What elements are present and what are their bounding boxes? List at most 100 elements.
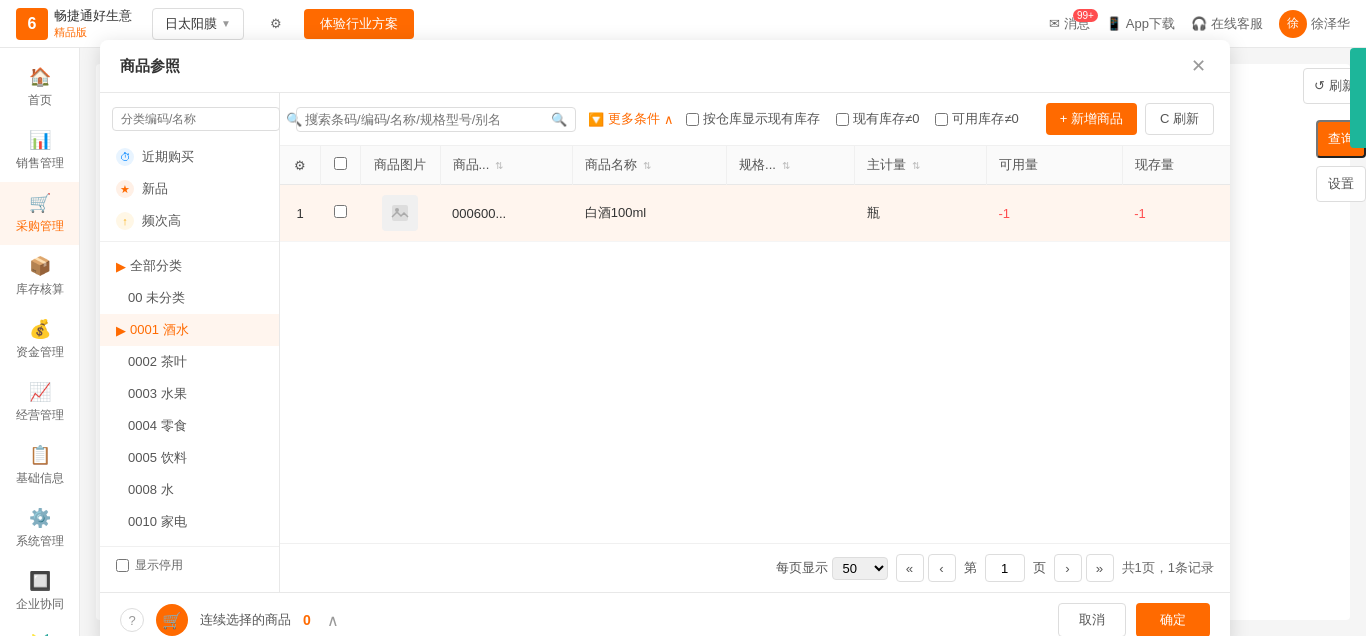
col-settings[interactable]: ⚙ <box>280 146 320 185</box>
dialog-footer: ? 🛒 连续选择的商品 0 ∧ 取消 确定 <box>100 592 1230 636</box>
category-search-wrap: 🔍 <box>112 107 302 131</box>
sidebar-item-system[interactable]: ⚙️ 系统管理 <box>0 497 79 560</box>
category-panel: 🔍 《 ⏱ 近期购买 ★ 新品 ↑ 频次高 <box>100 93 280 592</box>
col-spec-header[interactable]: 规格... ⇅ <box>727 146 855 185</box>
svg-point-1 <box>395 208 399 212</box>
sidebar-item-operation[interactable]: 📈 经营管理 <box>0 371 79 434</box>
quick-label-new: 新品 <box>142 180 168 198</box>
disabled-checkbox[interactable] <box>116 559 129 572</box>
prev-page-button[interactable]: ‹ <box>928 554 956 582</box>
category-item-fruit[interactable]: 0003 水果 <box>100 378 279 410</box>
sidebar-item-purchase[interactable]: 🛒 采购管理 <box>0 182 79 245</box>
sidebar-item-finance[interactable]: 💰 资金管理 <box>0 308 79 371</box>
quick-item-new[interactable]: ★ 新品 <box>100 173 279 205</box>
product-search-icon[interactable]: 🔍 <box>551 112 567 127</box>
category-item-beverage[interactable]: 0005 饮料 <box>100 442 279 474</box>
dialog-header: 商品参照 ✕ <box>100 40 1230 93</box>
warehouse-checkbox[interactable] <box>686 113 699 126</box>
first-page-button[interactable]: « <box>896 554 924 582</box>
product-image-1 <box>382 195 418 231</box>
col-code-header[interactable]: 商品... ⇅ <box>440 146 573 185</box>
filter-label: 更多条件 <box>608 110 660 128</box>
row-num-1: 1 <box>280 185 320 242</box>
page-suffix: 页 <box>1033 559 1046 577</box>
stock-checkbox[interactable] <box>836 113 849 126</box>
pagination: 每页显示 10 20 50 100 « ‹ 第 页 › » <box>280 543 1230 592</box>
store-name: 日太阳膜 <box>165 15 217 33</box>
filter-checkboxes: 按仓库显示现有库存 现有库存≠0 可用库存≠0 <box>686 110 1019 128</box>
add-product-button[interactable]: + 新增商品 <box>1046 103 1137 135</box>
sidebar-label-basic: 基础信息 <box>16 470 64 487</box>
quick-item-freq[interactable]: ↑ 频次高 <box>100 205 279 237</box>
category-item-all[interactable]: ▶ 全部分类 <box>100 250 279 282</box>
sidebar-item-enterprise[interactable]: 🔲 企业协同 <box>0 560 79 623</box>
category-label-beverage: 0005 饮料 <box>128 449 187 467</box>
selected-text: 连续选择的商品 <box>200 611 291 629</box>
checkbox-available[interactable]: 可用库存≠0 <box>935 110 1018 128</box>
sort-unit-icon: ⇅ <box>912 160 920 171</box>
settings-icon[interactable]: ⚙ <box>260 8 292 40</box>
page-number-input[interactable] <box>985 554 1025 582</box>
sidebar-item-sales[interactable]: 📊 销售管理 <box>0 119 79 182</box>
refresh-button[interactable]: C 刷新 <box>1145 103 1214 135</box>
sidebar-label-purchase: 采购管理 <box>16 218 64 235</box>
category-item-appliance[interactable]: 0010 家电 <box>100 506 279 538</box>
selected-count: 0 <box>303 612 311 628</box>
help-button[interactable]: ? <box>120 608 144 632</box>
cart-icon[interactable]: 🛒 <box>156 604 188 636</box>
category-list: ▶ 全部分类 00 未分类 ▶ 0001 酒水 0002 茶叶 0003 水果 <box>100 242 279 546</box>
category-item-snack[interactable]: 0004 零食 <box>100 410 279 442</box>
page-size-select[interactable]: 10 20 50 100 <box>832 557 888 580</box>
message-icon: ✉ <box>1049 16 1060 31</box>
enterprise-icon: 🔲 <box>29 570 51 592</box>
select-all-checkbox[interactable] <box>334 157 347 170</box>
category-item-alcohol[interactable]: ▶ 0001 酒水 <box>100 314 279 346</box>
message-btn[interactable]: ✉ 消息 99+ <box>1049 15 1090 33</box>
system-icon: ⚙️ <box>29 507 51 529</box>
checkbox-stock[interactable]: 现有库存≠0 <box>836 110 919 128</box>
trial-button[interactable]: 体验行业方案 <box>304 9 414 39</box>
show-disabled-label: 显示停用 <box>135 557 183 574</box>
sidebar-label-system: 系统管理 <box>16 533 64 550</box>
row-available-1: -1 <box>986 185 1122 242</box>
more-filter-button[interactable]: 🔽 更多条件 ∧ <box>588 110 674 128</box>
mobile-icon: 📱 <box>1106 16 1122 31</box>
available-checkbox[interactable] <box>935 113 948 126</box>
row-checkbox-1[interactable] <box>334 205 347 218</box>
customer-service-btn[interactable]: 🎧 在线客服 <box>1191 15 1263 33</box>
category-item-unclassified[interactable]: 00 未分类 <box>100 282 279 314</box>
category-item-tea[interactable]: 0002 茶叶 <box>100 346 279 378</box>
user-info[interactable]: 徐 徐泽华 <box>1279 10 1350 38</box>
app-label: App下载 <box>1126 15 1175 33</box>
settings-button[interactable]: 设置 <box>1316 166 1366 202</box>
collapse-footer-button[interactable]: ∧ <box>327 611 339 630</box>
page-size-selector: 每页显示 10 20 50 100 <box>776 557 888 580</box>
sidebar-item-basic[interactable]: 📋 基础信息 <box>0 434 79 497</box>
cancel-button[interactable]: 取消 <box>1058 603 1126 636</box>
checkbox-warehouse[interactable]: 按仓库显示现有库存 <box>686 110 820 128</box>
category-search-input[interactable] <box>112 107 280 131</box>
row-check-1[interactable] <box>320 185 360 242</box>
app-download-btn[interactable]: 📱 App下载 <box>1106 15 1175 33</box>
last-page-button[interactable]: » <box>1086 554 1114 582</box>
dialog-close-button[interactable]: ✕ <box>1186 54 1210 78</box>
col-available-header[interactable]: 可用量 <box>986 146 1122 185</box>
sidebar-item-home[interactable]: 🏠 首页 <box>0 56 79 119</box>
product-search-input[interactable] <box>305 112 545 127</box>
sidebar-label-home: 首页 <box>28 92 52 109</box>
store-selector[interactable]: 日太阳膜 ▼ <box>152 8 244 40</box>
row-name-1: 白酒100ml <box>573 185 727 242</box>
sidebar-item-guide[interactable]: 🔰 新手引导 <box>0 623 79 636</box>
quick-item-recent[interactable]: ⏱ 近期购买 <box>100 141 279 173</box>
category-item-water[interactable]: 0008 水 <box>100 474 279 506</box>
sidebar-item-inventory[interactable]: 📦 库存核算 <box>0 245 79 308</box>
next-page-button[interactable]: › <box>1054 554 1082 582</box>
col-unit-header[interactable]: 主计量 ⇅ <box>855 146 987 185</box>
col-check <box>320 146 360 185</box>
col-current-header[interactable]: 现存量 <box>1122 146 1230 185</box>
confirm-button[interactable]: 确定 <box>1136 603 1210 636</box>
col-name-header[interactable]: 商品名称 ⇅ <box>573 146 727 185</box>
table-row[interactable]: 1 000600... 白酒100ml <box>280 185 1230 242</box>
page-navigation: « ‹ 第 页 › » <box>896 554 1114 582</box>
show-disabled-checkbox[interactable]: 显示停用 <box>100 546 279 584</box>
